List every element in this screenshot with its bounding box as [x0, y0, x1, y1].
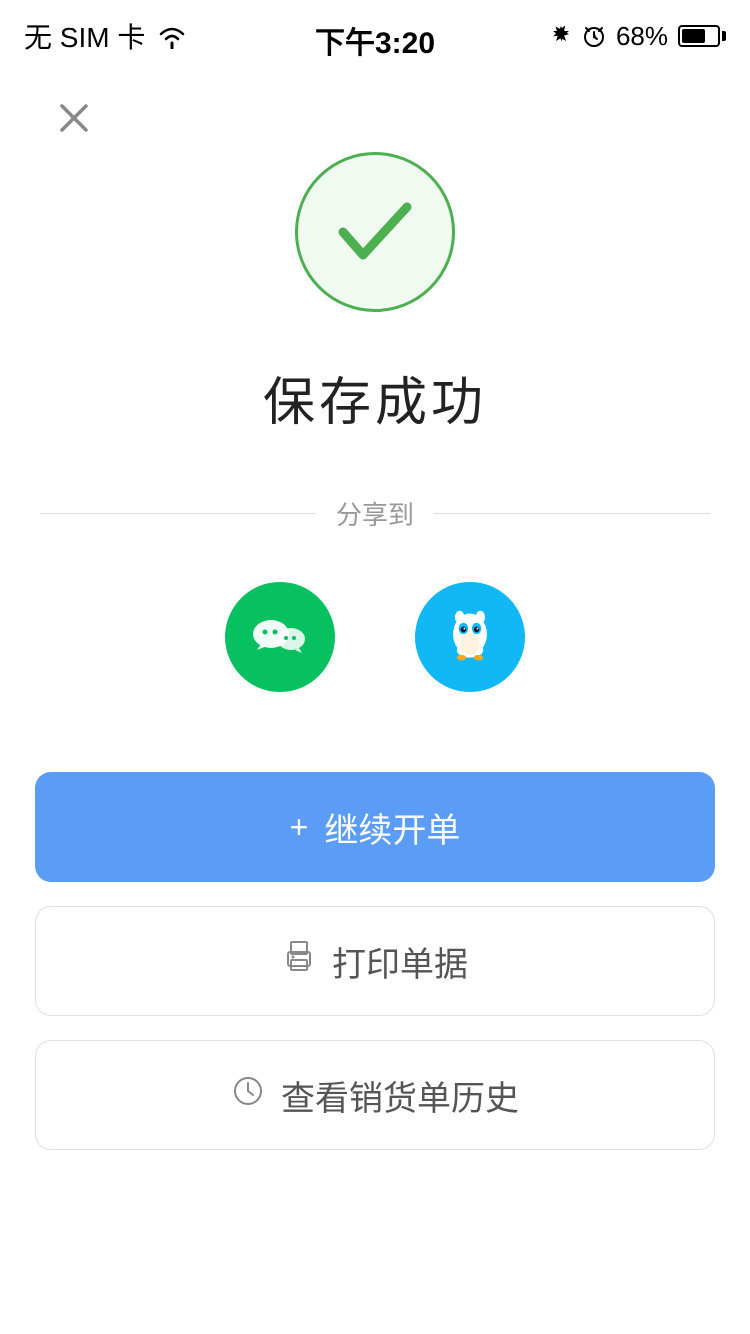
battery-percentage: 68%	[616, 21, 668, 52]
wechat-share-button[interactable]	[225, 582, 335, 692]
status-bar: 无 SIM 卡 下午3:20 68%	[0, 0, 750, 72]
share-icons-container	[225, 582, 525, 692]
status-time: 下午3:20	[315, 18, 435, 62]
qq-share-button[interactable]	[415, 582, 525, 692]
main-content: 保存成功 分享到	[0, 72, 750, 1150]
history-icon	[231, 1074, 265, 1116]
close-button[interactable]	[44, 88, 104, 148]
print-button[interactable]: 打印单据	[35, 906, 715, 1016]
wifi-icon	[155, 23, 189, 49]
sim-status: 无 SIM 卡	[24, 16, 145, 56]
status-right: 68%	[550, 21, 726, 52]
history-button[interactable]: 查看销货单历史	[35, 1040, 715, 1150]
continue-button[interactable]: + 继续开单	[35, 772, 715, 882]
divider-right	[434, 513, 710, 514]
divider-left	[40, 513, 316, 514]
share-label: 分享到	[316, 495, 434, 532]
status-left: 无 SIM 卡	[24, 16, 189, 56]
continue-label: 继续开单	[324, 803, 460, 852]
alarm-icon	[582, 24, 606, 48]
action-buttons: + 继续开单 打印单据 查看销货单历史	[35, 772, 715, 1150]
location-icon	[550, 24, 572, 48]
continue-icon: +	[290, 809, 309, 846]
wechat-icon	[247, 604, 313, 670]
close-icon	[54, 98, 94, 138]
qq-icon	[439, 606, 501, 668]
share-section: 分享到	[0, 495, 750, 532]
success-title: 保存成功	[263, 360, 487, 435]
history-label: 查看销货单历史	[281, 1071, 519, 1120]
checkmark-icon	[335, 197, 415, 267]
print-icon	[282, 940, 316, 982]
print-label: 打印单据	[332, 937, 468, 986]
success-circle	[295, 152, 455, 312]
battery-icon	[678, 25, 726, 47]
